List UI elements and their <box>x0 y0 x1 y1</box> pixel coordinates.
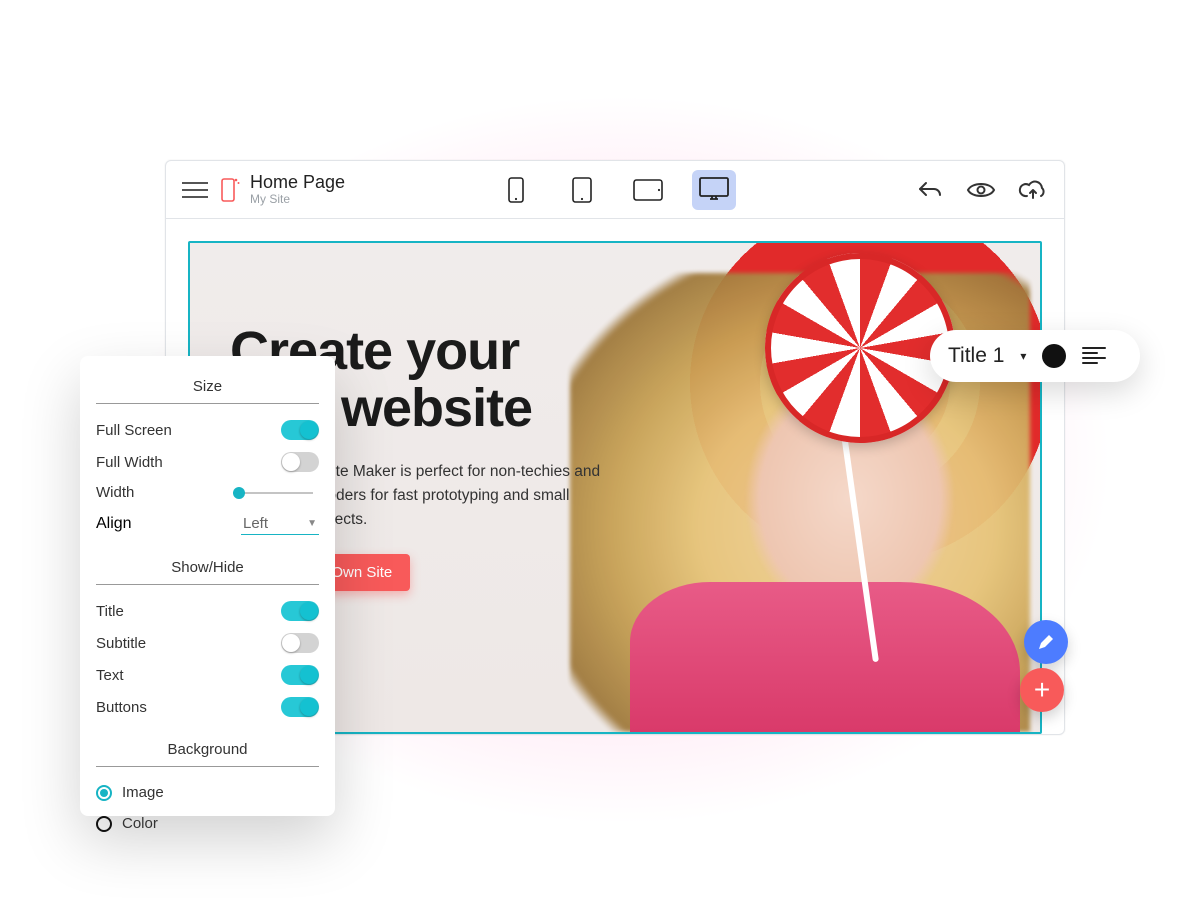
buttons-toggle-label: Buttons <box>96 699 147 716</box>
chevron-down-icon[interactable]: ▾ <box>1020 349 1026 363</box>
page-title: Home Page <box>250 172 345 193</box>
full-screen-toggle[interactable] <box>281 420 319 440</box>
device-phone-icon[interactable] <box>494 170 538 210</box>
background-color-label: Color <box>122 815 158 832</box>
width-slider[interactable] <box>233 492 313 494</box>
section-title-showhide: Show/Hide <box>96 551 319 585</box>
device-preview-group <box>494 170 736 210</box>
align-label: Align <box>96 515 132 533</box>
chevron-down-icon: ▼ <box>307 518 317 529</box>
publish-cloud-icon[interactable] <box>1018 178 1048 202</box>
topbar: Home Page My Site <box>166 161 1064 219</box>
site-name: My Site <box>250 193 345 207</box>
color-swatch[interactable] <box>1042 344 1066 368</box>
subtitle-toggle-label: Subtitle <box>96 635 146 652</box>
background-image-radio[interactable]: Image <box>96 777 319 808</box>
background-image-label: Image <box>122 784 164 801</box>
full-screen-row: Full Screen <box>96 414 319 446</box>
undo-icon[interactable] <box>916 178 944 202</box>
align-value: Left <box>243 515 268 532</box>
buttons-toggle[interactable] <box>281 697 319 717</box>
text-style-popover: Title 1 ▾ <box>930 330 1140 382</box>
edit-block-fab[interactable] <box>1024 620 1068 664</box>
width-row: Width <box>96 478 319 507</box>
app-logo-icon <box>220 176 240 204</box>
section-title-background: Background <box>96 733 319 767</box>
add-block-fab[interactable]: + <box>1020 668 1064 712</box>
align-select[interactable]: Left ▼ <box>241 513 319 535</box>
align-left-icon[interactable] <box>1082 346 1106 366</box>
text-toggle[interactable] <box>281 665 319 685</box>
device-tablet-portrait-icon[interactable] <box>560 170 604 210</box>
background-color-radio[interactable]: Color <box>96 808 319 839</box>
text-toggle-row: Text <box>96 659 319 691</box>
block-settings-panel: Size Full Screen Full Width Width Align … <box>80 356 335 816</box>
title-toggle-row: Title <box>96 595 319 627</box>
full-width-toggle[interactable] <box>281 452 319 472</box>
text-toggle-label: Text <box>96 667 124 684</box>
subtitle-toggle[interactable] <box>281 633 319 653</box>
heading-style-select[interactable]: Title 1 <box>948 344 1004 368</box>
width-label: Width <box>96 484 134 501</box>
device-desktop-icon[interactable] <box>692 170 736 210</box>
buttons-toggle-row: Buttons <box>96 691 319 723</box>
section-title-size: Size <box>96 370 319 404</box>
device-tablet-landscape-icon[interactable] <box>626 170 670 210</box>
preview-eye-icon[interactable] <box>966 179 996 201</box>
align-row: Align Left ▼ <box>96 507 319 541</box>
title-toggle[interactable] <box>281 601 319 621</box>
subtitle-toggle-row: Subtitle <box>96 627 319 659</box>
radio-selected-icon <box>96 785 112 801</box>
radio-unselected-icon <box>96 816 112 832</box>
hero-image-lollipop <box>765 253 955 443</box>
full-screen-label: Full Screen <box>96 422 172 439</box>
page-title-block: Home Page My Site <box>250 172 345 206</box>
hero-image-sweater <box>630 582 1020 732</box>
title-toggle-label: Title <box>96 603 124 620</box>
topbar-actions <box>916 178 1048 202</box>
full-width-row: Full Width <box>96 446 319 478</box>
full-width-label: Full Width <box>96 454 163 471</box>
menu-icon[interactable] <box>182 177 208 203</box>
slider-thumb[interactable] <box>233 487 245 499</box>
